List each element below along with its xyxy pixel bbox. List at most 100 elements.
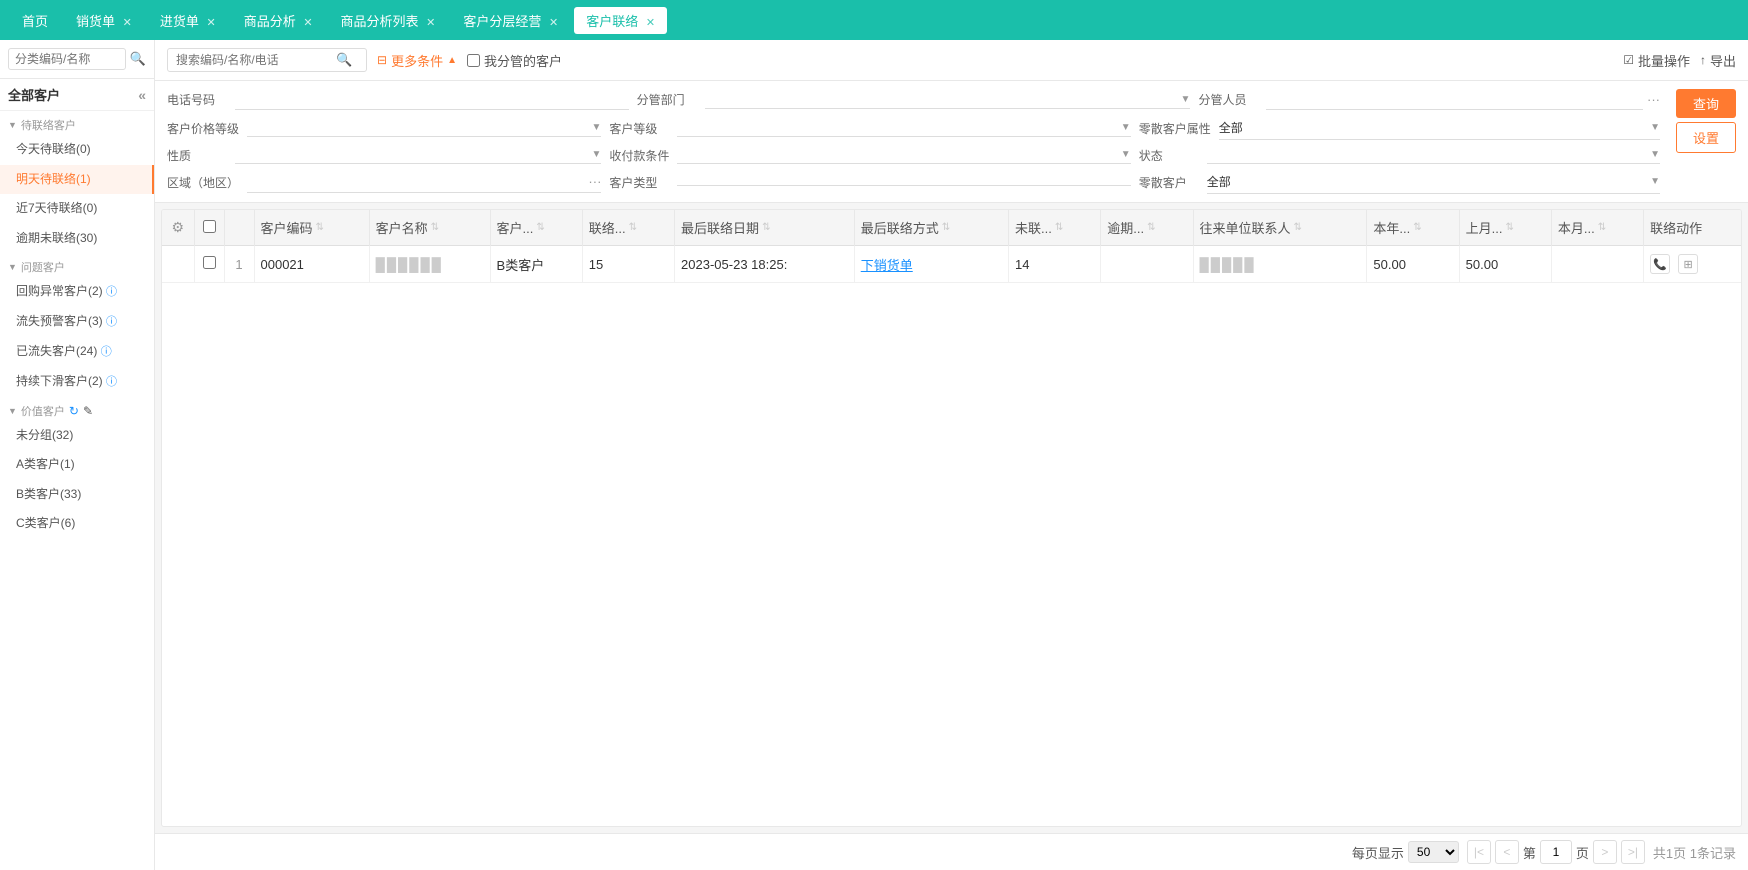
sort-contact-icon[interactable]: ⇅	[629, 222, 637, 233]
search-input-wrap: 🔍	[167, 48, 367, 72]
person-input[interactable]	[1266, 89, 1643, 110]
sidebar-item-declining[interactable]: 持续下滑客户(2) ⓘ	[0, 367, 154, 397]
price-level-select[interactable]: ▼	[247, 119, 601, 137]
sidebar-search-icon[interactable]: 🔍	[130, 51, 146, 67]
page-input[interactable]	[1540, 840, 1572, 864]
search-input[interactable]	[176, 53, 336, 67]
col-num-header	[224, 210, 254, 246]
row-type: B类客户	[490, 246, 582, 283]
filter-dept: 分管部门 ▼	[637, 91, 1191, 109]
nav-customer-tier[interactable]: 客户分层经营 ✕	[451, 7, 570, 34]
filter-icon: ⊟	[377, 53, 387, 67]
more-filters-btn[interactable]: ⊟ 更多条件 ▲	[377, 51, 457, 70]
sort-lastmonth-icon[interactable]: ⇅	[1506, 222, 1514, 233]
action-icons-wrap: 📞 ⊞	[1650, 254, 1735, 274]
sort-method-icon[interactable]: ⇅	[942, 222, 950, 233]
contact-person-text: █████	[1200, 257, 1256, 272]
table-settings-icon[interactable]: ⚙	[171, 219, 184, 235]
row-checkbox[interactable]	[203, 256, 216, 269]
value-refresh-icon[interactable]: ↻	[69, 404, 79, 418]
retail-text: 全部	[1207, 173, 1650, 190]
sidebar-item-overdue[interactable]: 逾期未联络(30)	[0, 224, 154, 254]
filter-customer-level: 客户等级 ▼	[609, 119, 1130, 137]
col-person-label: 往来单位联系人	[1200, 218, 1291, 237]
payment-select[interactable]: ▼	[677, 146, 1130, 164]
next-page-btn[interactable]: >	[1593, 840, 1617, 864]
region-select[interactable]: ···	[247, 171, 601, 193]
retail-attr-select[interactable]: 全部 ▼	[1219, 116, 1660, 140]
filter-row-1: 电话号码 分管部门 ▼ 分管人员	[167, 89, 1660, 110]
nav-home[interactable]: 首页	[10, 7, 60, 34]
sidebar-item-tomorrow[interactable]: 明天待联络(1)	[0, 165, 154, 195]
sidebar-item-abnormal[interactable]: 回购异常客户(2) ⓘ	[0, 277, 154, 307]
sidebar-item-today[interactable]: 今天待联络(0)	[0, 135, 154, 165]
region-dots-icon[interactable]: ···	[588, 174, 601, 189]
sidebar-item-warning[interactable]: 流失预警客户(3) ⓘ	[0, 307, 154, 337]
my-customers-check[interactable]: 我分管的客户	[467, 51, 562, 70]
sort-type-icon[interactable]: ⇅	[536, 222, 544, 233]
nav-sales[interactable]: 销货单 ✕	[64, 7, 144, 34]
info-icon-declining: ⓘ	[106, 376, 117, 388]
sidebar-all-label: 全部客户	[8, 85, 60, 104]
sidebar-item-classB[interactable]: B类客户(33)	[0, 480, 154, 510]
sort-code-icon[interactable]: ⇅	[316, 222, 324, 233]
customer-level-chevron: ▼	[1121, 122, 1131, 133]
col-month-label: 本月...	[1558, 218, 1595, 237]
phone-input[interactable]	[235, 89, 629, 110]
sidebar-item-7days[interactable]: 近7天待联络(0)	[0, 194, 154, 224]
status-select[interactable]: ▼	[1207, 146, 1660, 164]
my-customers-checkbox[interactable]	[467, 54, 480, 67]
person-dots-icon[interactable]: ···	[1647, 92, 1660, 107]
dept-select[interactable]: ▼	[705, 91, 1191, 109]
query-button[interactable]: 查询	[1676, 89, 1736, 118]
page-size-select[interactable]: 50 100 200	[1408, 841, 1459, 863]
sort-overdue-icon[interactable]: ⇅	[1147, 222, 1155, 233]
export-btn[interactable]: ↑ 导出	[1700, 51, 1736, 70]
nav-close-customer-tier[interactable]: ✕	[549, 17, 558, 29]
row-checkbox-cell	[194, 246, 224, 283]
row-settings-cell	[162, 246, 194, 283]
select-all-checkbox[interactable]	[203, 220, 216, 233]
first-page-btn[interactable]: |<	[1467, 840, 1491, 864]
total-records: 共1页 1条记录	[1653, 843, 1736, 862]
type-select[interactable]	[677, 179, 1130, 186]
sidebar-all-customers[interactable]: 全部客户 «	[0, 79, 154, 111]
sort-month-icon[interactable]: ⇅	[1598, 222, 1606, 233]
nav-close-product-analysis[interactable]: ✕	[303, 17, 312, 29]
nav-product-list[interactable]: 商品分析列表 ✕	[329, 7, 448, 34]
batch-ops-btn[interactable]: ☑ 批量操作	[1623, 51, 1690, 70]
nav-close-customer-contact[interactable]: ✕	[646, 17, 655, 29]
sort-date-icon[interactable]: ⇅	[762, 222, 770, 233]
nav-close-sales[interactable]: ✕	[123, 17, 132, 29]
sidebar-item-classA[interactable]: A类客户(1)	[0, 450, 154, 480]
sort-year-icon[interactable]: ⇅	[1413, 222, 1421, 233]
action-phone-icon[interactable]: 📞	[1650, 254, 1670, 274]
filter-row-4: 区域（地区） ··· 客户类型	[167, 170, 1660, 194]
retail-select[interactable]: 全部 ▼	[1207, 170, 1660, 194]
prev-page-btn[interactable]: <	[1495, 840, 1519, 864]
nav-close-purchase[interactable]: ✕	[206, 17, 215, 29]
nav-product-analysis[interactable]: 商品分析 ✕	[232, 7, 325, 34]
sidebar-item-classC[interactable]: C类客户(6)	[0, 509, 154, 539]
value-edit-icon[interactable]: ✎	[83, 404, 93, 418]
nav-purchase[interactable]: 进货单 ✕	[148, 7, 228, 34]
info-icon-warning: ⓘ	[106, 316, 117, 328]
customer-level-select[interactable]: ▼	[677, 119, 1130, 137]
last-method-link[interactable]: 下销货单	[861, 258, 913, 273]
nav-close-product-list[interactable]: ✕	[426, 17, 435, 29]
info-icon-abnormal: ⓘ	[106, 286, 117, 298]
sidebar-item-lost[interactable]: 已流失客户(24) ⓘ	[0, 337, 154, 367]
nav-customer-contact[interactable]: 客户联络 ✕	[574, 7, 667, 34]
sort-person-icon[interactable]: ⇅	[1294, 222, 1302, 233]
last-page-btn[interactable]: >|	[1621, 840, 1645, 864]
sort-name-icon[interactable]: ⇅	[431, 222, 439, 233]
sidebar-search-input[interactable]	[8, 48, 126, 70]
sidebar-item-ungroup[interactable]: 未分组(32)	[0, 421, 154, 451]
nature-select[interactable]: ▼	[235, 146, 601, 164]
col-code-label: 客户编码	[261, 218, 313, 237]
col-contact-header: 联络...⇅	[582, 210, 674, 246]
search-icon[interactable]: 🔍	[336, 52, 352, 68]
set-button[interactable]: 设置	[1676, 122, 1736, 153]
sort-not-contact-icon[interactable]: ⇅	[1055, 222, 1063, 233]
action-grid-icon[interactable]: ⊞	[1678, 254, 1698, 274]
